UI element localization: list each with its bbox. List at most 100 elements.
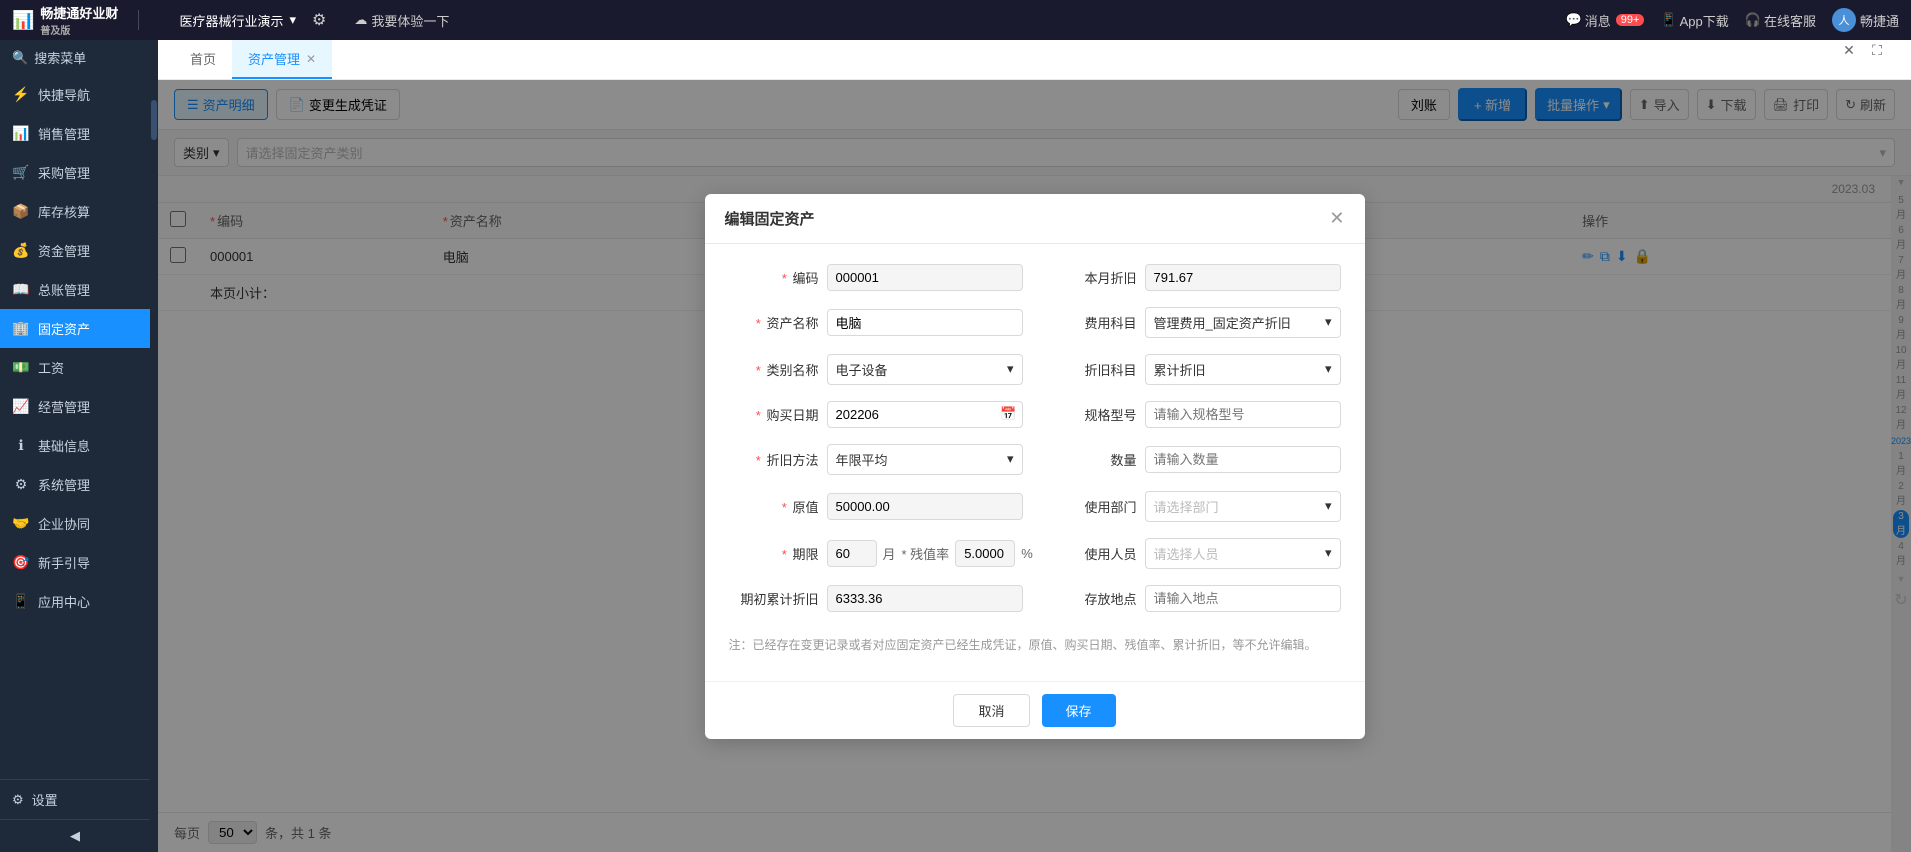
field-department: 使用部门 请选择部门 ▾	[1047, 491, 1341, 522]
headset-icon: 🎧	[1745, 12, 1761, 28]
depreciation-subject-select[interactable]: 累计折旧 ▾	[1145, 354, 1341, 385]
sidebar-item-guide[interactable]: 🎯 新手引导	[0, 543, 150, 582]
depreciation-subject-chevron-icon: ▾	[1325, 361, 1332, 377]
sidebar-item-fixed-assets[interactable]: 🏢 固定资产	[0, 309, 150, 348]
category-value: 电子设备	[836, 360, 888, 379]
sidebar-search[interactable]: 🔍 搜索菜单	[0, 40, 150, 75]
username: 畅捷通	[1860, 11, 1899, 30]
period-input[interactable]	[827, 540, 877, 567]
initial-depreciation-input[interactable]	[827, 585, 1023, 612]
date-wrapper: 📅	[827, 401, 1023, 428]
settings-gear-icon: ⚙	[12, 792, 24, 808]
depreciation-method-select[interactable]: 年限平均 ▾	[827, 444, 1023, 475]
period-required-mark: *	[782, 547, 787, 562]
sidebar-item-payroll[interactable]: 💵 工资	[0, 348, 150, 387]
sidebar-label-sales: 销售管理	[38, 124, 90, 143]
date-required-mark: *	[756, 408, 761, 423]
tab-close-icon[interactable]: ✕	[306, 52, 316, 66]
code-label: * 编码	[729, 268, 819, 287]
category-label: * 类别名称	[729, 360, 819, 379]
sidebar-label-finance: 资金管理	[38, 241, 90, 260]
save-button[interactable]: 保存	[1042, 694, 1116, 727]
asset-name-input[interactable]	[827, 309, 1023, 336]
search-icon: 🔍	[12, 50, 28, 66]
experience-btn[interactable]: ☁ 我要体验一下	[354, 11, 449, 30]
sidebar-settings[interactable]: ⚙ 设置	[0, 779, 150, 819]
quantity-label: 数量	[1047, 450, 1137, 469]
field-code: * 编码	[729, 264, 1023, 291]
calendar-icon[interactable]: 📅	[1000, 406, 1016, 422]
original-value-input[interactable]	[827, 493, 1023, 520]
sidebar-item-finance[interactable]: 💰 资金管理	[0, 231, 150, 270]
message-badge: 99+	[1616, 14, 1645, 26]
user-select[interactable]: 请选择人员 ▾	[1145, 538, 1341, 569]
modal-close-btn[interactable]: ✕	[1329, 208, 1344, 229]
app-label: App下载	[1680, 11, 1729, 30]
sidebar-item-ledger[interactable]: 📖 总账管理	[0, 270, 150, 309]
window-controls: ✕ ⛶	[1831, 40, 1895, 79]
settings-icon[interactable]: ⚙	[312, 10, 326, 30]
sidebar-item-base-info[interactable]: ℹ 基础信息	[0, 426, 150, 465]
sidebar-item-app-center[interactable]: 📱 应用中心	[0, 582, 150, 621]
tab-asset-mgmt[interactable]: 资产管理 ✕	[232, 40, 332, 79]
field-spec: 规格型号	[1047, 401, 1341, 428]
department-select[interactable]: 请选择部门 ▾	[1145, 491, 1341, 522]
enterprise-icon: 🤝	[12, 515, 30, 533]
department-placeholder: 请选择部门	[1154, 497, 1219, 516]
field-period: * 期限 月 * 残值率	[729, 538, 1023, 569]
category-select[interactable]: 电子设备 ▾	[827, 354, 1023, 385]
app-download-btn[interactable]: 📱 App下载	[1660, 11, 1728, 30]
modal-footer: 取消 保存	[705, 681, 1365, 739]
user-placeholder: 请选择人员	[1154, 544, 1219, 563]
message-btn[interactable]: 💬 消息 99+	[1566, 11, 1645, 30]
purchase-date-label: * 购买日期	[729, 405, 819, 424]
spec-input[interactable]	[1145, 401, 1341, 428]
cancel-button[interactable]: 取消	[953, 694, 1029, 727]
purchase-date-input[interactable]	[827, 401, 1023, 428]
sidebar-label-guide: 新手引导	[38, 553, 90, 572]
field-category: * 类别名称 电子设备 ▾	[729, 354, 1023, 385]
top-right-area: 💬 消息 99+ 📱 App下载 🎧 在线客服 人 畅捷通	[1566, 8, 1899, 32]
app-center-icon: 📱	[12, 593, 30, 611]
expense-subject-select[interactable]: 管理费用_固定资产折旧 ▾	[1145, 307, 1341, 338]
window-maximize-btn[interactable]: ⛶	[1867, 40, 1887, 60]
quantity-input[interactable]	[1145, 446, 1341, 473]
sidebar-item-purchase[interactable]: 🛒 采购管理	[0, 153, 150, 192]
spec-label: 规格型号	[1047, 405, 1137, 424]
location-input[interactable]	[1145, 585, 1341, 612]
sidebar: 🔍 搜索菜单 ⚡ 快捷导航 📊 销售管理 🛒 采购管理 📦	[0, 40, 150, 852]
field-location: 存放地点	[1047, 585, 1341, 612]
sidebar-item-operations[interactable]: 📈 经营管理	[0, 387, 150, 426]
tab-home[interactable]: 首页	[174, 40, 232, 79]
residual-rate-label: * 残值率	[902, 544, 950, 563]
sidebar-item-quick-nav[interactable]: ⚡ 快捷导航	[0, 75, 150, 114]
tab-home-label: 首页	[190, 49, 216, 68]
sidebar-item-sales[interactable]: 📊 销售管理	[0, 114, 150, 153]
user-info[interactable]: 人 畅捷通	[1832, 8, 1899, 32]
message-label: 消息	[1585, 11, 1611, 30]
content-area: 首页 资产管理 ✕ ✕ ⛶ ☰ 资产明细	[158, 40, 1911, 852]
sidebar-item-enterprise[interactable]: 🤝 企业协同	[0, 504, 150, 543]
code-input[interactable]	[827, 264, 1023, 291]
finance-icon: 💰	[12, 242, 30, 260]
sidebar-item-inventory[interactable]: 📦 库存核算	[0, 192, 150, 231]
sidebar-label-quick-nav: 快捷导航	[38, 85, 90, 104]
experience-label: 我要体验一下	[371, 11, 449, 30]
monthly-depreciation-input[interactable]	[1145, 264, 1341, 291]
residual-rate-input[interactable]	[955, 540, 1015, 567]
period-unit: 月	[883, 544, 896, 563]
inventory-icon: 📦	[12, 203, 30, 221]
company-selector[interactable]: 医疗器械行业演示 ▾	[179, 11, 296, 30]
sidebar-label-base-info: 基础信息	[38, 436, 90, 455]
sidebar-item-system[interactable]: ⚙ 系统管理	[0, 465, 150, 504]
modal-title: 编辑固定资产	[725, 208, 815, 229]
top-bar: 📊 畅捷通好业财 普及版 医疗器械行业演示 ▾ ⚙ ☁ 我要体验一下 💬 消息 …	[0, 0, 1911, 40]
logo-icon: 📊	[12, 10, 34, 31]
depreciation-method-label: * 折旧方法	[729, 450, 819, 469]
monthly-depreciation-label: 本月折旧	[1047, 268, 1137, 287]
dept-chevron-icon: ▾	[1325, 498, 1332, 514]
sidebar-collapse-btn[interactable]: ◀	[0, 819, 150, 852]
service-btn[interactable]: 🎧 在线客服	[1745, 11, 1816, 30]
logo-text: 畅捷通好业财	[40, 3, 118, 22]
window-close-btn[interactable]: ✕	[1839, 40, 1859, 60]
